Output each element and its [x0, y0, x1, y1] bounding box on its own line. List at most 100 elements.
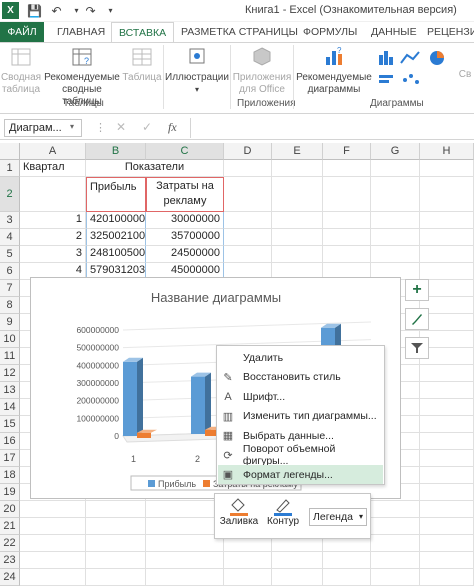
grid-cell[interactable]	[86, 518, 146, 535]
grid-cell[interactable]	[420, 501, 474, 518]
cancel-icon[interactable]: ✕	[116, 120, 126, 134]
grid-cell[interactable]	[86, 535, 146, 552]
grid-cell[interactable]	[86, 552, 146, 569]
name-box-dropdown-icon[interactable]: ▾	[70, 122, 74, 131]
illustrations-button[interactable]: Иллюстрации ▾	[164, 45, 230, 96]
table-button[interactable]: Таблица	[122, 45, 162, 84]
row-header-7[interactable]: 7	[0, 280, 20, 297]
grid-cell[interactable]	[20, 535, 86, 552]
row-header-10[interactable]: 10	[0, 331, 20, 348]
bar-profit[interactable]	[123, 361, 137, 436]
menu-item-7[interactable]: ▣ Формат легенды...	[218, 465, 383, 484]
grid-cell[interactable]	[420, 467, 474, 484]
outline-button[interactable]: Контур	[263, 498, 303, 538]
grid-cell[interactable]	[420, 433, 474, 450]
row-header-23[interactable]: 23	[0, 552, 20, 569]
grid-cell[interactable]	[272, 212, 323, 229]
grid-cell[interactable]	[20, 569, 86, 586]
chart-elements-button[interactable]: +	[405, 279, 429, 301]
grid-cell[interactable]	[420, 160, 474, 177]
grid-cell[interactable]	[224, 552, 272, 569]
row-header-17[interactable]: 17	[0, 450, 20, 467]
row-header-1[interactable]: 1	[0, 160, 20, 177]
grid-cell[interactable]	[420, 399, 474, 416]
apps-for-office-button[interactable]: Приложения для Office	[232, 45, 292, 96]
grid-cell[interactable]	[371, 212, 420, 229]
chart-styles-button[interactable]	[405, 308, 429, 330]
fill-button[interactable]: Заливка	[220, 498, 258, 538]
grid-cell[interactable]	[323, 246, 371, 263]
grid-cell[interactable]	[224, 246, 272, 263]
grid-cell[interactable]	[20, 501, 86, 518]
grid-cell[interactable]	[420, 246, 474, 263]
grid-cell[interactable]	[323, 552, 371, 569]
grid-cell[interactable]	[323, 212, 371, 229]
grid-cell[interactable]	[420, 518, 474, 535]
grid-cell[interactable]	[420, 552, 474, 569]
grid-cell[interactable]	[272, 246, 323, 263]
grid-cell[interactable]	[86, 569, 146, 586]
recommended-charts-button[interactable]: ? Рекомендуемые диаграммы	[296, 45, 372, 96]
row-header-22[interactable]: 22	[0, 535, 20, 552]
row-header-18[interactable]: 18	[0, 467, 20, 484]
grid-cell[interactable]	[20, 518, 86, 535]
tab-page-layout[interactable]: РАЗМЕТКА СТРАНИЦЫ	[174, 22, 305, 42]
grid-cell[interactable]	[224, 229, 272, 246]
grid-cell[interactable]	[272, 160, 323, 177]
row-header-2[interactable]: 2	[0, 177, 20, 212]
grid-cell[interactable]	[272, 569, 323, 586]
tab-review[interactable]: РЕЦЕНЗИ	[420, 22, 474, 42]
grid-cell[interactable]	[224, 160, 272, 177]
formula-input[interactable]	[190, 118, 474, 138]
column-header-f[interactable]: F	[323, 143, 371, 160]
menu-item-2[interactable]: ✎ Восстановить стиль	[218, 368, 383, 387]
row-header-21[interactable]: 21	[0, 518, 20, 535]
grid-cell[interactable]	[224, 212, 272, 229]
column-header-e[interactable]: E	[272, 143, 323, 160]
row-header-12[interactable]: 12	[0, 365, 20, 382]
grid-cell[interactable]	[146, 518, 224, 535]
grid-cell[interactable]	[420, 416, 474, 433]
row-header-3[interactable]: 3	[0, 212, 20, 229]
grid-cell[interactable]	[20, 552, 86, 569]
tab-file[interactable]: ФАЙЛ	[0, 22, 44, 42]
row-header-8[interactable]: 8	[0, 297, 20, 314]
column-header-c[interactable]: C	[146, 143, 224, 160]
menu-item-3[interactable]: A Шрифт...	[218, 387, 383, 406]
row-header-15[interactable]: 15	[0, 416, 20, 433]
grid-cell[interactable]	[146, 569, 224, 586]
grid-cell[interactable]	[272, 229, 323, 246]
bar-profit[interactable]	[191, 376, 205, 434]
chart-title[interactable]: Название диаграммы	[151, 290, 281, 305]
grid-cell[interactable]	[420, 212, 474, 229]
grid-cell[interactable]	[371, 246, 420, 263]
grid-cell[interactable]	[20, 177, 86, 212]
row-header-9[interactable]: 9	[0, 314, 20, 331]
chart-filters-button[interactable]	[405, 337, 429, 359]
bar-ad-costs[interactable]	[137, 432, 151, 438]
row-header-20[interactable]: 20	[0, 501, 20, 518]
grid-cell[interactable]	[371, 501, 420, 518]
grid-cell[interactable]	[371, 535, 420, 552]
grid-cell[interactable]	[371, 518, 420, 535]
grid-cell[interactable]	[420, 535, 474, 552]
chart-element-selector[interactable]: Легенда ▾	[309, 508, 367, 526]
row-header-6[interactable]: 6	[0, 263, 20, 280]
grid-cell[interactable]	[86, 501, 146, 518]
row-header-13[interactable]: 13	[0, 382, 20, 399]
grid-cell[interactable]	[224, 177, 272, 212]
pivot-chart-button[interactable]: Св	[456, 69, 474, 81]
tab-data[interactable]: ДАННЫЕ	[364, 22, 424, 42]
redo-icon[interactable]: ↷	[82, 2, 99, 19]
menu-item-6[interactable]: ⟳ Поворот объемной фигуры...	[218, 443, 383, 467]
row-header-5[interactable]: 5	[0, 246, 20, 263]
select-all-corner[interactable]	[0, 143, 20, 160]
grid-cell[interactable]	[420, 229, 474, 246]
row-header-19[interactable]: 19	[0, 484, 20, 501]
grid-cell[interactable]	[272, 552, 323, 569]
undo-icon[interactable]: ↶	[48, 2, 65, 19]
row-header-16[interactable]: 16	[0, 433, 20, 450]
grid-cell[interactable]	[371, 160, 420, 177]
row-header-11[interactable]: 11	[0, 348, 20, 365]
column-header-b[interactable]: B	[86, 143, 146, 160]
